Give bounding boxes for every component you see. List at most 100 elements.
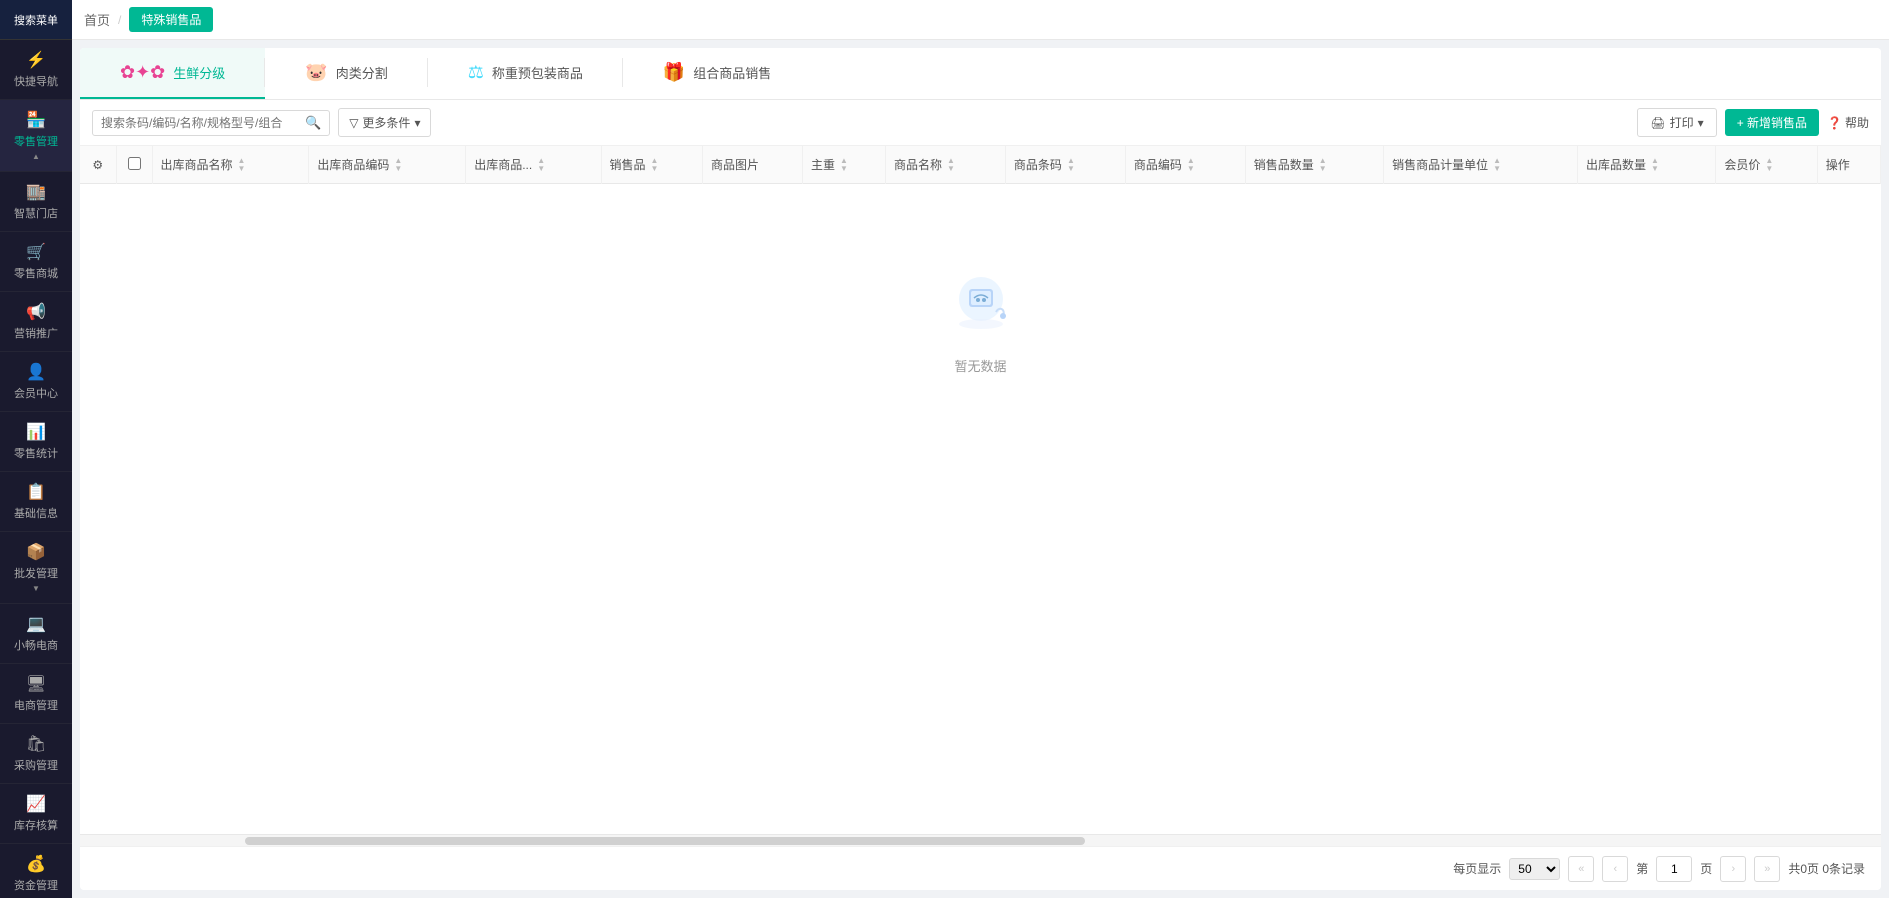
- first-page-button[interactable]: «: [1568, 856, 1594, 882]
- page-unit: 页: [1700, 860, 1712, 877]
- wholesale-icon: 📦: [26, 542, 46, 562]
- marketing-icon: 📢: [26, 302, 46, 322]
- fresh-grade-icon: ✿✦✿: [120, 62, 165, 83]
- tab-label: 生鲜分级: [173, 63, 225, 82]
- filter-label: 更多条件: [362, 114, 410, 131]
- retail-icon: 🏪: [26, 110, 46, 130]
- search-box[interactable]: 🔍: [92, 110, 330, 136]
- sidebar-item-label: 零售统计: [14, 445, 58, 461]
- stats-icon: 📊: [26, 422, 46, 442]
- empty-text: 暂无数据: [954, 356, 1006, 375]
- last-page-button[interactable]: »: [1754, 856, 1780, 882]
- search-icon[interactable]: 🔍: [305, 115, 321, 131]
- sort-icon11[interactable]: ▲▼: [1651, 157, 1659, 173]
- mall-icon: 🛒: [26, 242, 46, 262]
- basic-icon: 📋: [26, 482, 46, 502]
- sort-icon2[interactable]: ▲▼: [394, 157, 402, 173]
- ecommerce-icon: 💻: [26, 614, 46, 634]
- sort-icon[interactable]: ▲▼: [238, 157, 246, 173]
- sidebar-item-inventory[interactable]: 📈 库存核算: [0, 784, 72, 844]
- member-icon: 👤: [26, 362, 46, 382]
- prev-page-button[interactable]: ‹: [1602, 856, 1628, 882]
- col-settings[interactable]: ⚙: [80, 146, 116, 184]
- sidebar-item-label: 采购管理: [14, 757, 58, 773]
- sidebar-item-label: 快捷导航: [14, 73, 58, 89]
- sidebar-item-basic-info1[interactable]: 📋 基础信息: [0, 472, 72, 532]
- sidebar-item-purchase[interactable]: 🛍 采购管理: [0, 724, 72, 784]
- horizontal-scrollbar[interactable]: [80, 834, 1881, 846]
- sidebar-item-label: 营销推广: [14, 325, 58, 341]
- topbar: 首页 / 特殊销售品: [72, 0, 1889, 40]
- sort-icon6[interactable]: ▲▼: [947, 157, 955, 173]
- sidebar-item-label: 基础信息: [14, 505, 58, 521]
- tab-meat-cut[interactable]: 🐷 肉类分割: [265, 48, 427, 99]
- col-goods-code: 商品编码 ▲▼: [1125, 146, 1245, 184]
- sidebar-item-label: 批发管理: [14, 565, 58, 581]
- weigh-icon: ⚖: [468, 62, 484, 83]
- sidebar-item-finance[interactable]: 💰 资金管理: [0, 844, 72, 898]
- help-label: 帮助: [1845, 114, 1869, 131]
- tab-combo-sales[interactable]: 🎁 组合商品销售: [623, 48, 811, 99]
- breadcrumb-home[interactable]: 首页: [84, 10, 110, 29]
- select-all-checkbox[interactable]: [128, 157, 141, 170]
- sidebar-item-quick-nav[interactable]: ⚡ 快捷导航: [0, 40, 72, 100]
- breadcrumb-current[interactable]: 特殊销售品: [129, 7, 213, 32]
- sidebar-item-label: 电商管理: [14, 697, 58, 713]
- main-content: 首页 / 特殊销售品 ✿✦✿ 生鲜分级 🐷 肉类分割 ⚖ 称重预包装商品 🎁 组…: [72, 0, 1889, 898]
- chevron-down-icon4: ▾: [1698, 116, 1704, 130]
- sort-icon5[interactable]: ▲▼: [840, 157, 848, 173]
- sidebar-item-retail[interactable]: 🏪 零售管理 ▲: [0, 100, 72, 172]
- sidebar-item-retail-stats[interactable]: 📊 零售统计: [0, 412, 72, 472]
- sidebar-item-ecommerce-mgmt[interactable]: 🖥 电商管理: [0, 664, 72, 724]
- page-size-select[interactable]: 50 10 20 100: [1509, 858, 1560, 880]
- sidebar-item-retail-mall[interactable]: 🛒 零售商城: [0, 232, 72, 292]
- empty-state: 暂无数据: [80, 184, 1881, 455]
- col-action: 操作: [1817, 146, 1880, 184]
- next-page-button[interactable]: ›: [1720, 856, 1746, 882]
- tab-bar: ✿✦✿ 生鲜分级 🐷 肉类分割 ⚖ 称重预包装商品 🎁 组合商品销售: [80, 48, 1881, 100]
- col-out-name: 出库商品名称 ▲▼: [152, 146, 309, 184]
- sort-icon4[interactable]: ▲▼: [651, 157, 659, 173]
- pagination-bar: 每页显示 50 10 20 100 « ‹ 第 页 › » 共0页 0条记录: [80, 846, 1881, 890]
- sidebar-item-wholesale[interactable]: 📦 批发管理 ▼: [0, 532, 72, 604]
- col-out-spec: 出库商品... ▲▼: [466, 146, 601, 184]
- sort-icon3[interactable]: ▲▼: [537, 157, 545, 173]
- sort-icon10[interactable]: ▲▼: [1493, 157, 1501, 173]
- scrollbar-thumb[interactable]: [245, 837, 1085, 845]
- col-sale-qty: 销售品数量 ▲▼: [1245, 146, 1383, 184]
- page-content: ✿✦✿ 生鲜分级 🐷 肉类分割 ⚖ 称重预包装商品 🎁 组合商品销售 🔍: [80, 48, 1881, 890]
- sidebar-item-ecommerce[interactable]: 💻 小畅电商: [0, 604, 72, 664]
- chevron-down-icon3: ▾: [414, 116, 420, 130]
- finance-icon: 💰: [26, 854, 46, 874]
- sort-icon7[interactable]: ▲▼: [1067, 157, 1075, 173]
- help-button[interactable]: ❓ 帮助: [1827, 114, 1869, 131]
- col-main-weight: 主重 ▲▼: [803, 146, 886, 184]
- print-label: 打印: [1670, 114, 1694, 131]
- meat-cut-icon: 🐷: [305, 62, 327, 83]
- chevron-down-icon2: ▼: [32, 584, 40, 593]
- sidebar-logo[interactable]: 搜索菜单: [0, 0, 72, 40]
- sidebar-item-smart-store[interactable]: 🏬 智慧门店: [0, 172, 72, 232]
- tab-fresh-grade[interactable]: ✿✦✿ 生鲜分级: [80, 48, 265, 99]
- search-input[interactable]: [101, 116, 301, 130]
- combo-icon: 🎁: [663, 62, 685, 83]
- sidebar-item-member[interactable]: 👤 会员中心: [0, 352, 72, 412]
- tab-weigh-package[interactable]: ⚖ 称重预包装商品: [428, 48, 623, 99]
- filter-button[interactable]: ▽ 更多条件 ▾: [338, 108, 431, 137]
- page-number-input[interactable]: [1656, 856, 1692, 882]
- data-table: ⚙ 出库商品名称 ▲▼ 出库: [80, 146, 1881, 184]
- sort-icon12[interactable]: ▲▼: [1765, 157, 1773, 173]
- print-button[interactable]: 🖨 打印 ▾: [1637, 108, 1716, 137]
- col-check[interactable]: [116, 146, 152, 184]
- help-icon: ❓: [1827, 116, 1842, 130]
- table-wrapper: ⚙ 出库商品名称 ▲▼ 出库: [80, 146, 1881, 834]
- sidebar: 搜索菜单 ⚡ 快捷导航 🏪 零售管理 ▲ 🏬 智慧门店 🛒 零售商城 📢 营销推…: [0, 0, 72, 898]
- page-label: 第: [1636, 860, 1648, 877]
- chevron-down-icon: ▲: [32, 152, 40, 161]
- tab-label: 组合商品销售: [693, 63, 771, 82]
- sort-icon9[interactable]: ▲▼: [1319, 157, 1327, 173]
- sort-icon8[interactable]: ▲▼: [1187, 157, 1195, 173]
- new-sale-button[interactable]: + 新增销售品: [1725, 109, 1819, 136]
- sidebar-item-marketing[interactable]: 📢 营销推广: [0, 292, 72, 352]
- toolbar-right: 🖨 打印 ▾ + 新增销售品 ❓ 帮助: [1637, 108, 1869, 137]
